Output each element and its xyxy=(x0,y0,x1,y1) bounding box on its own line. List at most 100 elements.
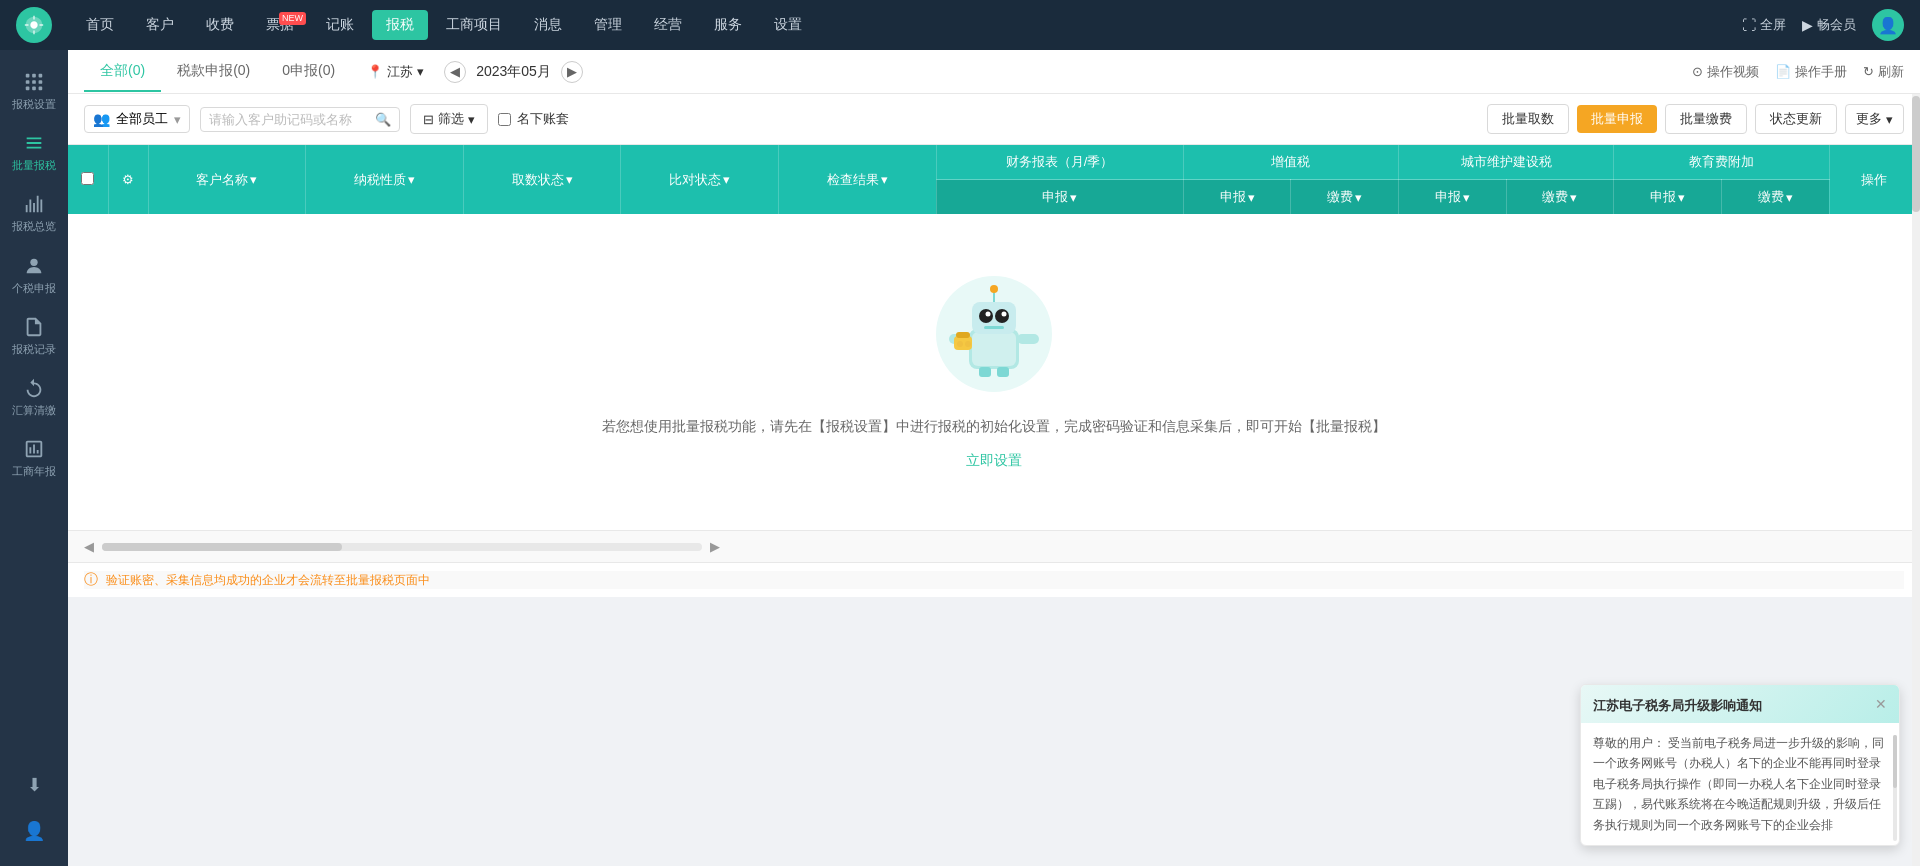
member-button[interactable]: ▶ 畅会员 xyxy=(1802,16,1856,34)
sidebar: 报税设置 批量报税 报税总览 个税申报 报税记录 汇算清缴 工商年报 xyxy=(0,50,68,866)
tabs-bar-right: ⊙ 操作视频 📄 操作手册 ↻ 刷新 xyxy=(1692,63,1904,81)
sidebar-label-settlement: 汇算清缴 xyxy=(12,404,56,417)
op-video-link[interactable]: ⊙ 操作视频 xyxy=(1692,63,1759,81)
fetch-status-filter[interactable]: 取数状态 ▾ xyxy=(512,171,573,189)
prev-month-button[interactable]: ◀ xyxy=(444,61,466,83)
sidebar-item-personal-tax[interactable]: 个税申报 xyxy=(0,244,68,305)
search-box: 🔍 xyxy=(200,107,400,132)
nav-tax[interactable]: 报税 xyxy=(372,10,428,40)
refresh-button[interactable]: ↻ 刷新 xyxy=(1863,63,1904,81)
nav-settings[interactable]: 设置 xyxy=(760,10,816,40)
sidebar-item-tax-overview[interactable]: 报税总览 xyxy=(0,182,68,243)
th-operation: 操作 xyxy=(1829,145,1919,214)
city-declare-filter[interactable]: 申报▾ xyxy=(1435,188,1470,206)
svg-rect-18 xyxy=(984,326,1004,329)
avatar-icon: 👤 xyxy=(1878,16,1898,35)
empty-state: 若您想使用批量报税功能，请先在【报税设置】中进行报税的初始化设置，完成密码验证和… xyxy=(68,214,1920,530)
th-fetch-status: 取数状态 ▾ xyxy=(463,145,621,214)
notification-scrollbar[interactable] xyxy=(1893,735,1897,841)
robot-illustration xyxy=(934,274,1054,394)
account-checkbox[interactable] xyxy=(498,113,511,126)
sidebar-item-batch-tax[interactable]: 批量报税 xyxy=(0,121,68,182)
download-button[interactable]: ⬇ xyxy=(19,766,50,804)
edu-pay-filter[interactable]: 缴费▾ xyxy=(1758,188,1793,206)
financial-declare-filter[interactable]: 申报▾ xyxy=(1042,188,1077,206)
video-icon: ⊙ xyxy=(1692,64,1703,79)
page-scrollbar[interactable] xyxy=(1912,94,1920,866)
vat-declare-filter[interactable]: 申报▾ xyxy=(1220,188,1255,206)
compare-status-filter-icon: ▾ xyxy=(723,172,730,187)
svg-point-16 xyxy=(986,312,991,317)
sidebar-item-tax-settings[interactable]: 报税设置 xyxy=(0,60,68,121)
fullscreen-button[interactable]: ⛶ 全屏 xyxy=(1742,16,1786,34)
next-scroll-arrow[interactable]: ▶ xyxy=(710,539,720,554)
tab-zero[interactable]: 0申报(0) xyxy=(266,52,351,92)
nav-billing[interactable]: 收费 xyxy=(192,10,248,40)
th-edu-declare: 申报▾ xyxy=(1614,180,1722,215)
batch-declare-button[interactable]: 批量申报 xyxy=(1577,105,1657,133)
settings-icon[interactable]: ⚙ xyxy=(122,172,134,187)
bottom-bar: ◀ ▶ xyxy=(68,530,1920,562)
warning-text-area: ⓘ 验证账密、采集信息均成功的企业才会流转至批量报税页面中 xyxy=(84,571,1904,589)
notification-content: 尊敬的用户： 受当前电子税务局进一步升级的影响，同一个政务网账号（办税人）名下的… xyxy=(1593,736,1884,832)
svg-rect-7 xyxy=(32,87,36,91)
account-checkbox-area[interactable]: 名下账套 xyxy=(498,110,569,128)
tax-nature-filter[interactable]: 纳税性质 ▾ xyxy=(354,171,415,189)
next-month-button[interactable]: ▶ xyxy=(561,61,583,83)
nav-accounting[interactable]: 记账 xyxy=(312,10,368,40)
filter-button[interactable]: ⊟ 筛选 ▾ xyxy=(410,104,488,134)
svg-rect-4 xyxy=(32,80,36,84)
customer-name-filter[interactable]: 客户名称 ▾ xyxy=(196,171,257,189)
nav-operations[interactable]: 经营 xyxy=(640,10,696,40)
search-icon[interactable]: 🔍 xyxy=(375,112,391,127)
nav-right-actions: ⛶ 全屏 ▶ 畅会员 👤 xyxy=(1742,9,1904,41)
nav-management[interactable]: 管理 xyxy=(580,10,636,40)
tab-declare[interactable]: 税款申报(0) xyxy=(161,52,266,92)
app-logo[interactable] xyxy=(16,7,52,43)
prev-scroll-arrow[interactable]: ◀ xyxy=(84,539,94,554)
fetch-status-filter-icon: ▾ xyxy=(566,172,573,187)
more-button[interactable]: 更多 ▾ xyxy=(1845,104,1904,134)
batch-pay-button[interactable]: 批量缴费 xyxy=(1665,104,1747,134)
current-month: 2023年05月 xyxy=(476,63,551,81)
notification-close-button[interactable]: ✕ xyxy=(1875,697,1887,711)
compare-status-filter[interactable]: 比对状态 ▾ xyxy=(669,171,730,189)
svg-point-26 xyxy=(965,341,971,347)
horizontal-scrollbar-track[interactable] xyxy=(102,543,702,551)
toolbar: 👥 全部员工 ▾ 🔍 ⊟ 筛选 ▾ 名下账套 批量取数 批量申报 批量缴费 状态… xyxy=(68,94,1920,145)
nav-message[interactable]: 消息 xyxy=(520,10,576,40)
tab-all[interactable]: 全部(0) xyxy=(84,52,161,92)
batch-fetch-button[interactable]: 批量取数 xyxy=(1487,104,1569,134)
th-financial-declare: 申报▾ xyxy=(936,180,1183,215)
th-vat-declare: 申报▾ xyxy=(1183,180,1291,215)
sidebar-item-settlement[interactable]: 汇算清缴 xyxy=(0,366,68,427)
employee-select[interactable]: 👥 全部员工 ▾ xyxy=(84,105,190,133)
nav-industry[interactable]: 工商项目 xyxy=(432,10,516,40)
tax-nature-filter-icon: ▾ xyxy=(408,172,415,187)
search-input[interactable] xyxy=(209,112,369,127)
nav-service[interactable]: 服务 xyxy=(700,10,756,40)
nav-invoice[interactable]: 票据 NEW xyxy=(252,10,308,40)
vat-pay-filter[interactable]: 缴费▾ xyxy=(1327,188,1362,206)
sidebar-item-tax-records[interactable]: 报税记录 xyxy=(0,305,68,366)
empty-message: 若您想使用批量报税功能，请先在【报税设置】中进行报税的初始化设置，完成密码验证和… xyxy=(602,418,1386,436)
check-result-filter[interactable]: 检查结果 ▾ xyxy=(827,171,888,189)
setup-link[interactable]: 立即设置 xyxy=(966,452,1022,470)
nav-customer[interactable]: 客户 xyxy=(132,10,188,40)
tax-records-icon xyxy=(22,315,46,339)
play-icon: ▶ xyxy=(1802,17,1813,33)
province-select[interactable]: 📍 江苏 ▾ xyxy=(367,63,424,81)
city-pay-filter[interactable]: 缴费▾ xyxy=(1542,188,1577,206)
edu-declare-filter[interactable]: 申报▾ xyxy=(1650,188,1685,206)
user-settings-button[interactable]: 👤 xyxy=(15,812,53,850)
th-check-result: 检查结果 ▾ xyxy=(778,145,936,214)
page-scrollbar-thumb xyxy=(1912,96,1920,212)
nav-home[interactable]: 首页 xyxy=(72,10,128,40)
status-update-button[interactable]: 状态更新 xyxy=(1755,104,1837,134)
employee-label: 全部员工 xyxy=(116,110,168,128)
select-all-checkbox[interactable] xyxy=(81,172,94,185)
op-manual-link[interactable]: 📄 操作手册 xyxy=(1775,63,1847,81)
th-settings: ⚙ xyxy=(108,145,148,214)
user-avatar[interactable]: 👤 xyxy=(1872,9,1904,41)
sidebar-item-annual-report[interactable]: 工商年报 xyxy=(0,427,68,488)
